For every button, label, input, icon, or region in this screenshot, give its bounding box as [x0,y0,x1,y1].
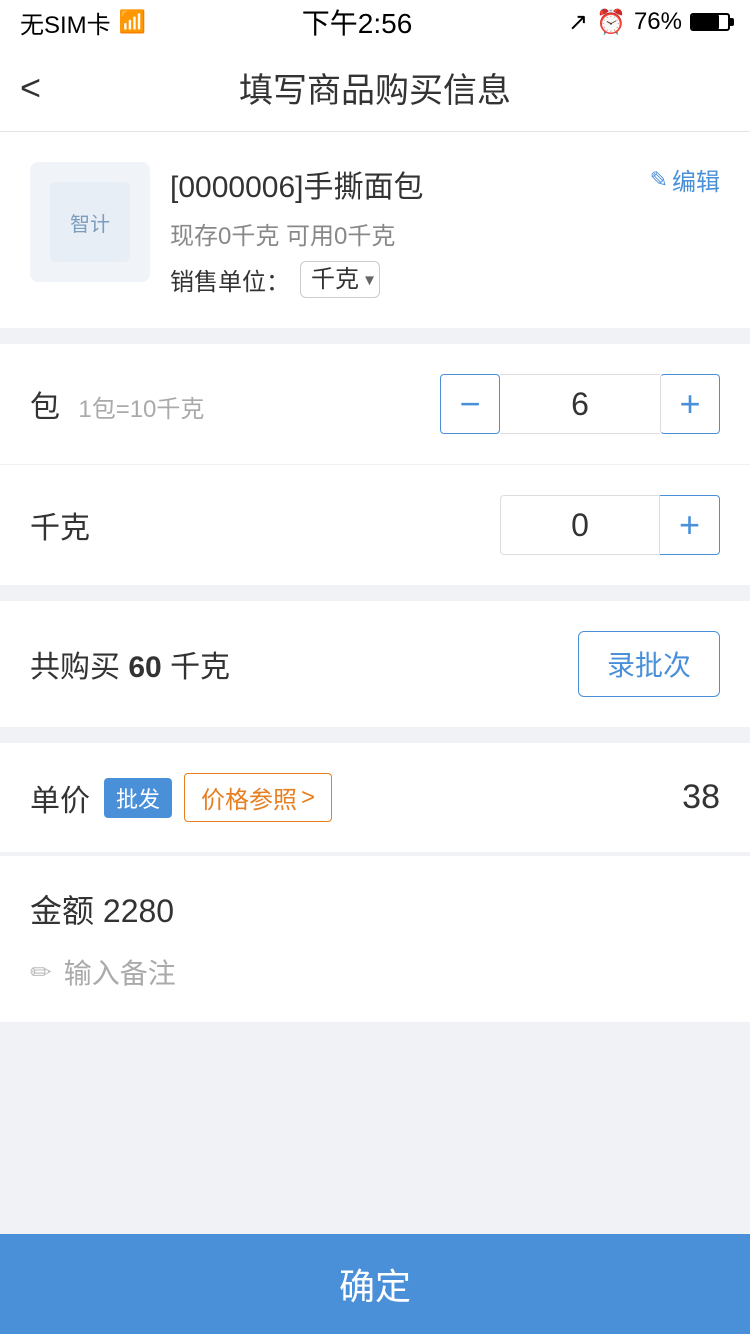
total-unit: 千克 [170,651,230,684]
battery-bar [690,13,730,31]
quantity-label-kg: 千克 [30,503,500,547]
increment-bao-button[interactable]: + [660,374,720,434]
quantity-label-bao: 包 1包=10千克 [30,382,440,426]
price-value: 38 [682,778,720,817]
quantity-hint-bao: 1包=10千克 [78,396,204,423]
total-section: 共购买 60 千克 录批次 [0,601,750,727]
unit-select-wrapper[interactable]: 千克 [300,261,380,298]
status-time: 下午2:56 [302,2,413,42]
nav-bar: < 填写商品购买信息 [0,44,750,132]
unit-label: 销售单位： [170,262,290,297]
quantity-controls-kg: + [500,495,720,555]
carrier-label: 无SIM卡 [20,5,111,40]
product-card: 智计 [0000006]手撕面包 ✎ 编辑 现存0千克 可用0千克 销售单位： … [0,132,750,328]
pencil-icon: ✏ [30,957,52,988]
amount-row: 金额 2280 [30,886,720,932]
location-icon: ↗ [568,8,588,37]
product-stock: 现存0千克 可用0千克 [170,216,720,251]
total-text: 共购买 60 千克 [30,642,230,686]
price-label: 单价 [30,776,90,820]
back-button[interactable]: < [20,67,41,109]
product-info: [0000006]手撕面包 ✎ 编辑 现存0千克 可用0千克 销售单位： 千克 [170,162,720,298]
product-logo: 智计 [50,182,130,262]
unit-select[interactable]: 千克 [300,261,380,298]
remark-placeholder: 输入备注 [64,952,176,992]
remark-row[interactable]: ✏ 输入备注 [30,952,720,992]
status-left: 无SIM卡 📶 [20,5,146,40]
amount-label: 金额 [30,893,94,929]
price-ref-arrow: > [301,784,315,812]
increment-kg-button[interactable]: + [660,495,720,555]
battery-percent: 76% [634,8,682,36]
decrement-bao-button[interactable]: − [440,374,500,434]
amount-section: 金额 2280 ✏ 输入备注 [0,856,750,1022]
product-unit: 销售单位： 千克 [170,261,720,298]
confirm-bar[interactable]: 确定 [0,1234,750,1334]
alarm-icon: ⏰ [596,8,626,37]
quantity-controls-bao: − + [440,374,720,434]
status-bar: 无SIM卡 📶 下午2:56 ↗ ⏰ 76% [0,0,750,44]
total-amount: 60 [128,651,170,684]
quantity-section: 包 1包=10千克 − + 千克 + [0,344,750,585]
product-image: 智计 [30,162,150,282]
total-prefix: 共购买 [30,651,120,684]
page-title: 填写商品购买信息 [239,63,511,112]
product-header: [0000006]手撕面包 ✎ 编辑 [170,162,720,216]
logo-text: 智计 [70,208,110,237]
wifi-icon: 📶 [119,9,146,35]
amount-value: 2280 [103,893,174,929]
content-area: 智计 [0000006]手撕面包 ✎ 编辑 现存0千克 可用0千克 销售单位： … [0,132,750,1122]
batch-button[interactable]: 录批次 [578,631,720,697]
quantity-input-bao[interactable] [500,374,660,434]
edit-icon: ✎ [650,167,668,193]
price-tag-wholesale: 批发 [104,778,172,818]
price-section: 单价 批发 价格参照 > 38 [0,743,750,852]
product-title: [0000006]手撕面包 [170,162,423,206]
quantity-row-bao: 包 1包=10千克 − + [0,344,750,465]
confirm-button[interactable]: 确定 [339,1258,411,1310]
price-reference-button[interactable]: 价格参照 > [184,773,332,822]
edit-label: 编辑 [672,162,720,197]
quantity-row-kg: 千克 + [0,465,750,585]
quantity-input-kg[interactable] [500,495,660,555]
edit-button[interactable]: ✎ 编辑 [650,162,720,197]
price-ref-label: 价格参照 [201,780,297,815]
status-right: ↗ ⏰ 76% [568,8,730,37]
